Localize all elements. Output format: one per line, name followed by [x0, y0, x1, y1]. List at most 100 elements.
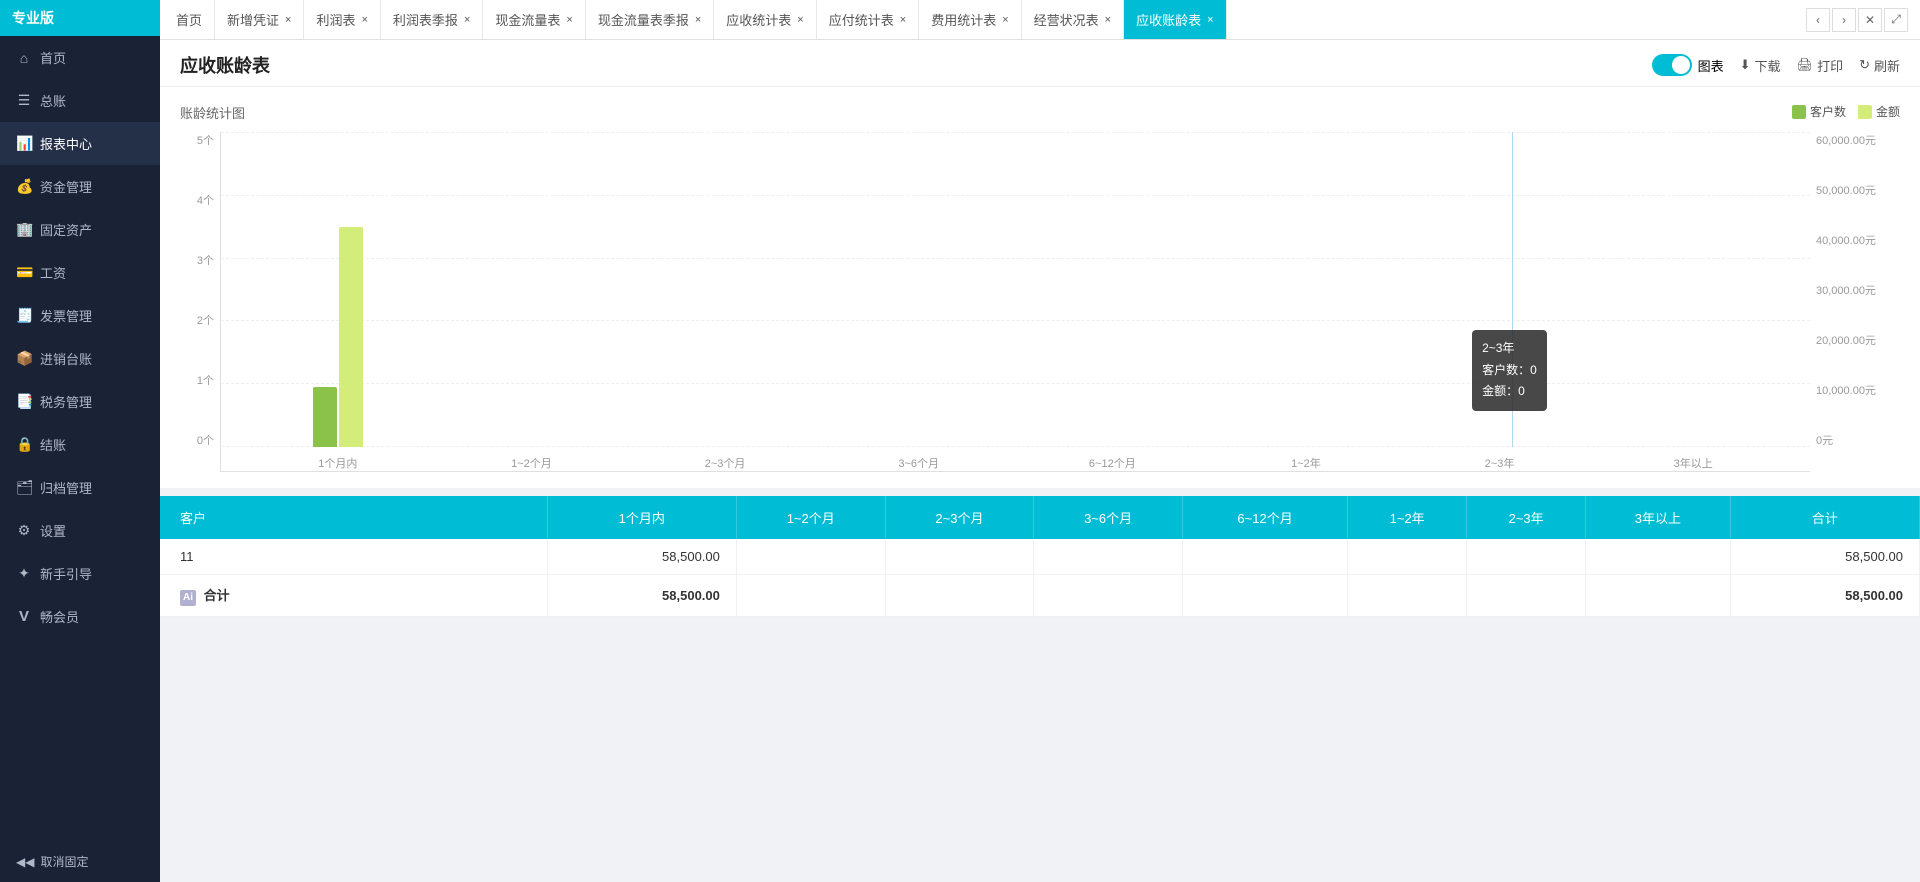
- total-12month: [736, 575, 885, 617]
- funds-icon: 💰: [16, 178, 32, 195]
- tab-aging-close[interactable]: ×: [1207, 14, 1213, 26]
- tab-voucher-close[interactable]: ×: [285, 14, 291, 26]
- cell-3plusyear: [1586, 539, 1731, 575]
- sidebar-item-label: 畅会员: [40, 607, 79, 626]
- col-header-23year: 2~3年: [1467, 496, 1586, 539]
- refresh-icon: ↻: [1859, 57, 1870, 73]
- sidebar-item-settings[interactable]: ⚙ 设置: [0, 509, 160, 552]
- chart-vertical-line: [1512, 132, 1513, 447]
- tab-payable-stat-close[interactable]: ×: [900, 14, 906, 26]
- download-button[interactable]: ⬇ 下载: [1740, 56, 1781, 75]
- home-icon: ⌂: [16, 50, 32, 66]
- y-left-3: 3个: [197, 252, 214, 268]
- sidebar-item-label: 发票管理: [40, 306, 92, 325]
- data-table: 客户 1个月内 1~2个月 2~3个月 3~6个月 6~12个月 1~2年 2~…: [160, 496, 1920, 617]
- sidebar-item-vip[interactable]: V 畅会员: [0, 595, 160, 638]
- content-area: 应收账龄表 图表 ⬇ 下载 🖨 打印 ↻ 刷新: [160, 40, 1920, 882]
- cell-36month: [1034, 539, 1183, 575]
- tab-payable-stat[interactable]: 应付统计表 ×: [817, 0, 919, 40]
- sidebar-item-funds[interactable]: 💰 资金管理: [0, 165, 160, 208]
- total-total: 58,500.00: [1730, 575, 1919, 617]
- tab-business-stat-label: 经营状况表: [1034, 10, 1099, 29]
- total-icon: Ai: [180, 590, 196, 606]
- cell-customer: 11: [160, 539, 547, 575]
- col-header-36month: 3~6个月: [1034, 496, 1183, 539]
- sidebar-item-close[interactable]: 🔒 结账: [0, 423, 160, 466]
- print-button[interactable]: 🖨 打印: [1797, 56, 1844, 75]
- total-23year: [1467, 575, 1586, 617]
- tab-cashflow-close[interactable]: ×: [566, 14, 572, 26]
- tab-profit-quarterly[interactable]: 利润表季报 ×: [381, 0, 483, 40]
- toggle-switch-control[interactable]: [1652, 54, 1692, 76]
- y-right-20000: 20,000.00元: [1816, 332, 1876, 348]
- tab-profit-quarterly-label: 利润表季报: [393, 10, 458, 29]
- sidebar-toggle-pin[interactable]: ◀◀ 取消固定: [0, 841, 160, 882]
- ledger-icon: ☰: [16, 92, 32, 109]
- col-header-12year: 1~2年: [1348, 496, 1467, 539]
- sidebar-item-home[interactable]: ⌂ 首页: [0, 36, 160, 79]
- close-icon: 🔒: [16, 436, 32, 453]
- y-left-0: 0个: [197, 432, 214, 448]
- sidebar-item-archive[interactable]: 🗂 归档管理: [0, 466, 160, 509]
- y-right-60000: 60,000.00元: [1816, 132, 1876, 148]
- y-right-40000: 40,000.00元: [1816, 232, 1876, 248]
- tab-profit[interactable]: 利润表 ×: [304, 0, 380, 40]
- tab-voucher[interactable]: 新增凭证 ×: [215, 0, 304, 40]
- tab-profit-close[interactable]: ×: [361, 14, 367, 26]
- tab-expense-stat-close[interactable]: ×: [1002, 14, 1008, 26]
- tab-cashflow-quarterly[interactable]: 现金流量表季报 ×: [586, 0, 714, 40]
- legend-amount: 金额: [1858, 103, 1900, 120]
- y-right-50000: 50,000.00元: [1816, 182, 1876, 198]
- cell-12month: [736, 539, 885, 575]
- archive-icon: 🗂: [16, 479, 32, 496]
- main-content: 首页 新增凭证 × 利润表 × 利润表季报 × 现金流量表 × 现金流量表季报 …: [160, 0, 1920, 882]
- table-header-row: 客户 1个月内 1~2个月 2~3个月 3~6个月 6~12个月 1~2年 2~…: [160, 496, 1920, 539]
- sidebar-item-invoice[interactable]: 🧾 发票管理: [0, 294, 160, 337]
- table-row: 11 58,500.00 58,500.00: [160, 539, 1920, 575]
- reports-icon: 📊: [16, 135, 32, 152]
- tab-home[interactable]: 首页: [164, 0, 215, 40]
- x-axis: 1个月内 1~2个月 2~3个月 3~6个月 6~12个月 1~2年 2~3年 …: [221, 447, 1810, 471]
- tab-receivable-stat[interactable]: 应收统计表 ×: [714, 0, 816, 40]
- chart-container: 5个 4个 3个 2个 1个 0个: [180, 132, 1900, 472]
- tab-cashflow[interactable]: 现金流量表 ×: [483, 0, 585, 40]
- tab-cashflow-label: 现金流量表: [495, 10, 560, 29]
- sidebar-item-salary[interactable]: 💳 工资: [0, 251, 160, 294]
- tab-profit-quarterly-close[interactable]: ×: [464, 14, 470, 26]
- y-right-10000: 10,000.00元: [1816, 382, 1876, 398]
- refresh-button[interactable]: ↻ 刷新: [1859, 56, 1900, 75]
- y-left-1: 1个: [197, 372, 214, 388]
- sidebar-item-label: 报表中心: [40, 134, 92, 153]
- invoice-icon: 🧾: [16, 307, 32, 324]
- sidebar-item-label: 固定资产: [40, 220, 92, 239]
- sidebar-item-tax[interactable]: 📑 税务管理: [0, 380, 160, 423]
- cell-23month: [885, 539, 1034, 575]
- chart-body: 2~3年 客户数：0 金额：0 1个月内 1~2个月 2~3个月 3~6个月 6…: [220, 132, 1810, 472]
- tab-business-stat[interactable]: 经营状况表 ×: [1022, 0, 1124, 40]
- y-right-30000: 30,000.00元: [1816, 282, 1876, 298]
- sidebar-item-guide[interactable]: ✦ 新手引导: [0, 552, 160, 595]
- sidebar-item-assets[interactable]: 🏢 固定资产: [0, 208, 160, 251]
- tab-expand-button[interactable]: ⤢: [1884, 8, 1908, 32]
- download-icon: ⬇: [1740, 57, 1751, 73]
- tab-receivable-stat-close[interactable]: ×: [797, 14, 803, 26]
- sidebar-item-label: 总账: [40, 91, 66, 110]
- legend-customer-label: 客户数: [1810, 103, 1846, 120]
- col-header-customer: 客户: [160, 496, 547, 539]
- tab-business-stat-close[interactable]: ×: [1105, 14, 1111, 26]
- chart-toggle[interactable]: 图表: [1652, 54, 1724, 76]
- tab-close-all-button[interactable]: ✕: [1858, 8, 1882, 32]
- table-area: 客户 1个月内 1~2个月 2~3个月 3~6个月 6~12个月 1~2年 2~…: [160, 496, 1920, 617]
- sidebar-item-reports[interactable]: 📊 报表中心: [0, 122, 160, 165]
- tab-next-button[interactable]: ›: [1832, 8, 1856, 32]
- tab-prev-button[interactable]: ‹: [1806, 8, 1830, 32]
- sidebar-item-ledger[interactable]: ☰ 总账: [0, 79, 160, 122]
- tab-aging[interactable]: 应收账龄表 ×: [1124, 0, 1226, 40]
- sidebar-logo: 专业版: [0, 0, 160, 36]
- tab-cashflow-quarterly-close[interactable]: ×: [695, 14, 701, 26]
- sidebar-item-inventory[interactable]: 📦 进销台账: [0, 337, 160, 380]
- total-23month: [885, 575, 1034, 617]
- total-12year: [1348, 575, 1467, 617]
- bars-row: [221, 132, 1810, 447]
- tab-expense-stat[interactable]: 费用统计表 ×: [919, 0, 1021, 40]
